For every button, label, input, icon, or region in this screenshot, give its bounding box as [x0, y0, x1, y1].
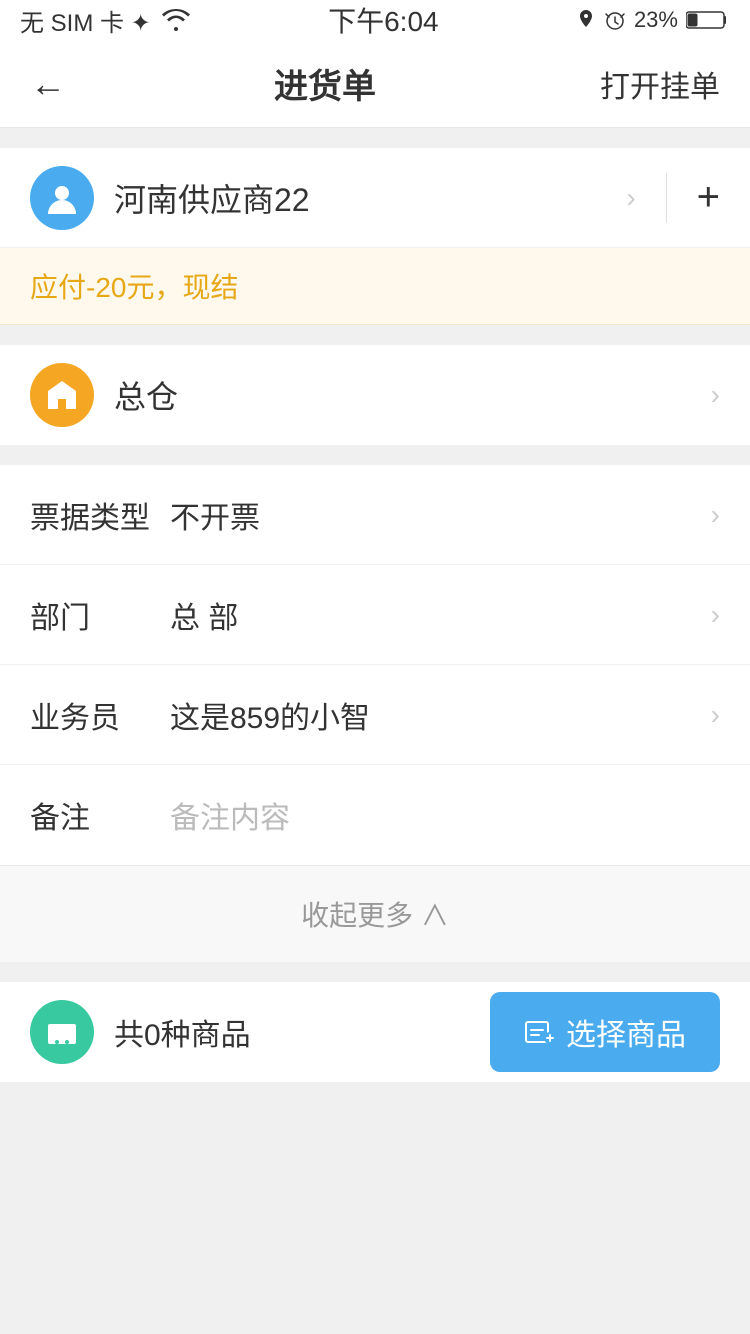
note-label: 备注 — [30, 793, 150, 837]
open-pending-button[interactable]: 打开挂单 — [560, 62, 720, 106]
alarm-icon — [604, 9, 626, 31]
salesperson-value: 这是859的小智 — [170, 693, 711, 737]
warehouse-name: 总仓 — [114, 372, 711, 418]
dept-label: 部门 — [30, 593, 150, 637]
select-product-icon — [524, 1016, 556, 1048]
notice-banner: 应付-20元，现结 — [0, 248, 750, 325]
product-icon — [30, 1000, 94, 1064]
location-icon — [576, 10, 596, 30]
invoice-row[interactable]: 票据类型 不开票 › — [0, 465, 750, 565]
no-sim-label: 无 SIM 卡 ✦ — [20, 3, 151, 38]
warehouse-icon — [30, 363, 94, 427]
dept-value: 总 部 — [170, 593, 711, 637]
status-time: 下午6:04 — [328, 0, 439, 40]
invoice-label: 票据类型 — [30, 493, 150, 537]
battery-percent: 23% — [634, 7, 678, 33]
add-supplier-button[interactable]: + — [697, 175, 720, 220]
invoice-value: 不开票 — [170, 493, 711, 537]
select-product-button[interactable]: 选择商品 — [490, 992, 720, 1072]
warehouse-arrow-icon: › — [711, 379, 720, 411]
status-bar: 无 SIM 卡 ✦ 下午6:04 23% — [0, 0, 750, 40]
product-count: 共0种商品 — [114, 1010, 490, 1054]
bottom-bar: 共0种商品 选择商品 — [0, 982, 750, 1082]
warehouse-row[interactable]: 总仓 › — [0, 345, 750, 445]
status-right: 23% — [576, 7, 730, 33]
supplier-avatar — [30, 166, 94, 230]
note-placeholder[interactable]: 备注内容 — [170, 793, 720, 837]
divider-1 — [0, 128, 750, 148]
back-button[interactable]: ← — [30, 63, 90, 105]
dept-row[interactable]: 部门 总 部 › — [0, 565, 750, 665]
supplier-avatar-icon — [44, 180, 80, 216]
salesperson-row[interactable]: 业务员 这是859的小智 › — [0, 665, 750, 765]
warehouse-icon-svg — [44, 377, 80, 413]
status-left: 无 SIM 卡 ✦ — [20, 3, 191, 38]
supplier-separator — [666, 173, 667, 223]
supplier-name: 河南供应商22 — [114, 175, 626, 221]
salesperson-arrow-icon: › — [711, 699, 720, 731]
dept-arrow-icon: › — [711, 599, 720, 631]
wifi-icon — [161, 9, 191, 31]
supplier-arrow-icon: › — [626, 182, 635, 214]
nav-bar: ← 进货单 打开挂单 — [0, 40, 750, 128]
collapse-button[interactable]: 收起更多 ∧ — [0, 865, 750, 962]
supplier-row[interactable]: 河南供应商22 › + — [0, 148, 750, 248]
note-row[interactable]: 备注 备注内容 — [0, 765, 750, 865]
product-cart-icon — [44, 1014, 80, 1050]
select-product-label: 选择商品 — [566, 1010, 686, 1054]
battery-icon — [686, 9, 730, 31]
salesperson-label: 业务员 — [30, 693, 150, 737]
invoice-arrow-icon: › — [711, 499, 720, 531]
page-title: 进货单 — [90, 59, 560, 108]
form-section: 票据类型 不开票 › 部门 总 部 › 业务员 这是859的小智 › 备注 备注… — [0, 465, 750, 865]
